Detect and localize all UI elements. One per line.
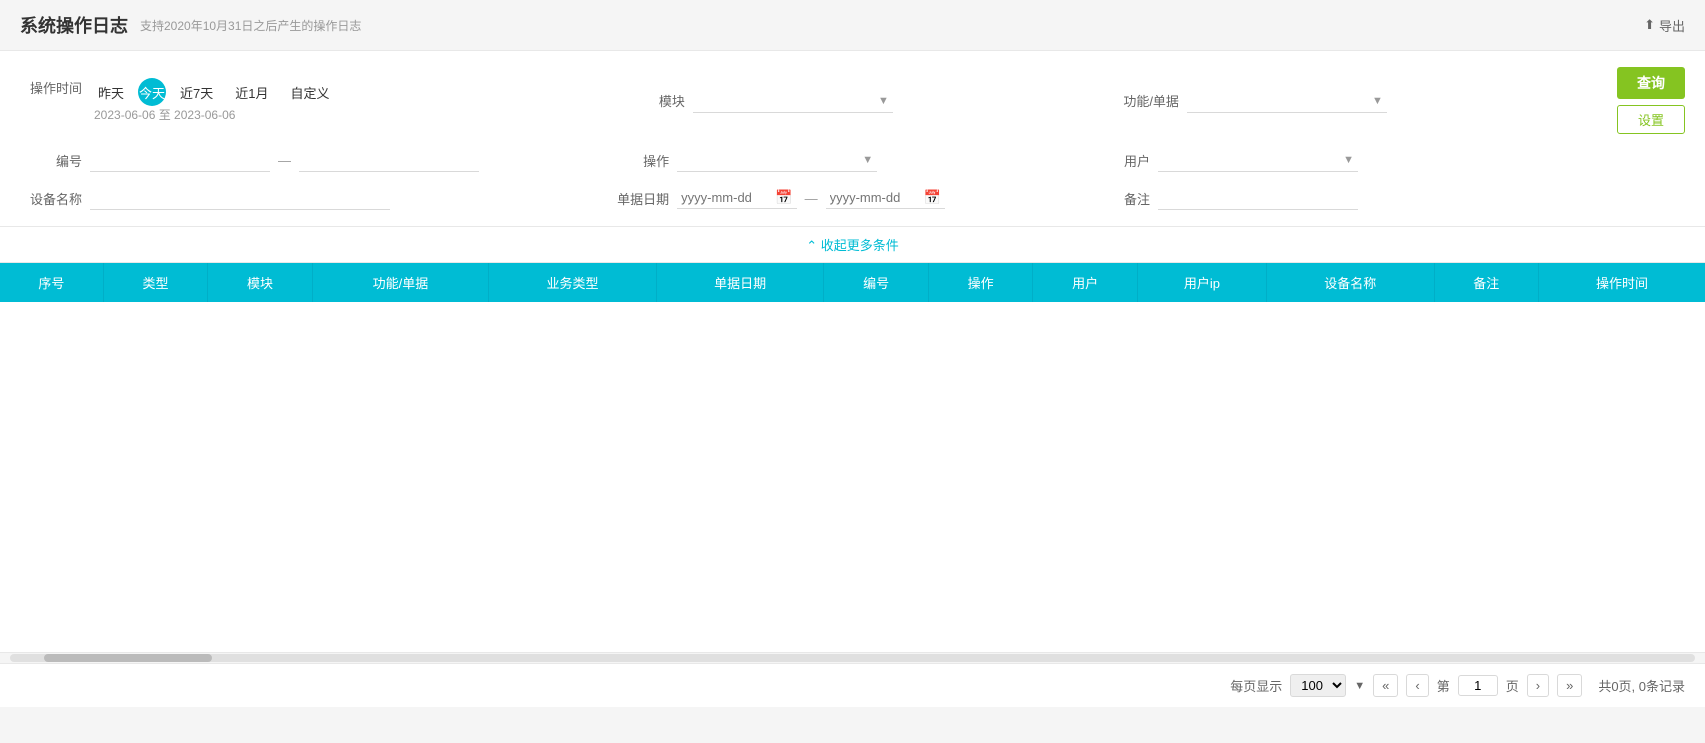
time-btn-today[interactable]: 今天 — [138, 78, 166, 106]
table-header-cell: 操作时间 — [1539, 263, 1705, 302]
action-buttons: 查询 设置 — [1617, 67, 1685, 134]
module-filter: 模块 ▼ — [613, 89, 1107, 113]
date-to-wrapper: 📅 — [826, 187, 945, 209]
empty-area — [0, 302, 1705, 652]
filter-row-3: 设备名称 单据日期 📅 — 📅 备注 — [20, 186, 1685, 210]
time-btn-1month[interactable]: 近1月 — [227, 81, 276, 104]
table-header-cell: 备注 — [1434, 263, 1538, 302]
collapse-bar[interactable]: ⌃ 收起更多条件 — [0, 227, 1705, 263]
serial-label: 编号 — [20, 151, 90, 170]
scrollbar-track — [10, 654, 1695, 662]
function-select-wrapper: ▼ — [1187, 89, 1387, 113]
table-header-cell: 用户 — [1033, 263, 1137, 302]
dropdown-icon: ▼ — [1354, 680, 1365, 692]
table-header-cell: 设备名称 — [1266, 263, 1434, 302]
page-title: 系统操作日志 — [20, 12, 128, 38]
time-btn-yesterday[interactable]: 昨天 — [90, 81, 132, 104]
module-label: 模块 — [613, 91, 693, 110]
time-btn-7days[interactable]: 近7天 — [172, 81, 221, 104]
device-input[interactable] — [90, 186, 390, 210]
scrollbar-area — [0, 652, 1705, 664]
serial-from-input[interactable] — [90, 148, 270, 172]
calendar-to-icon[interactable]: 📅 — [924, 189, 941, 206]
prev-page-button[interactable]: ‹ — [1406, 674, 1428, 697]
docdate-label: 单据日期 — [597, 189, 677, 208]
time-label: 操作时间 — [20, 78, 90, 97]
date-from-input[interactable] — [681, 190, 771, 205]
date-dash: — — [805, 191, 818, 206]
remark-input[interactable] — [1158, 186, 1358, 210]
table-header-cell: 业务类型 — [489, 263, 657, 302]
query-button[interactable]: 查询 — [1617, 67, 1685, 99]
time-btn-custom[interactable]: 自定义 — [282, 81, 337, 104]
page-header: 系统操作日志 支持2020年10月31日之后产生的操作日志 ⬆ 导出 — [0, 0, 1705, 50]
export-icon: ⬆ — [1644, 17, 1655, 33]
module-select[interactable] — [693, 89, 893, 113]
table-header-cell: 编号 — [824, 263, 928, 302]
scrollbar-thumb[interactable] — [44, 654, 213, 662]
table-header-cell: 功能/单据 — [312, 263, 488, 302]
function-select[interactable] — [1187, 89, 1387, 113]
export-button[interactable]: ⬆ 导出 — [1644, 16, 1685, 35]
function-filter: 功能/单据 ▼ — [1107, 89, 1601, 113]
table-header-cell: 类型 — [103, 263, 207, 302]
operation-label: 操作 — [597, 151, 677, 170]
date-range-text: 2023-06-06 至 2023-06-06 — [94, 106, 338, 123]
user-select[interactable] — [1158, 148, 1358, 172]
last-page-button[interactable]: » — [1557, 674, 1582, 697]
table-header-row: 序号类型模块功能/单据业务类型单据日期编号操作用户用户ip设备名称备注操作时间 — [0, 263, 1705, 302]
per-page-select[interactable]: 100 50 200 — [1290, 674, 1346, 697]
table-header-cell: 操作 — [928, 263, 1032, 302]
total-info: 共0页, 0条记录 — [1598, 676, 1685, 695]
module-select-wrapper: ▼ — [693, 89, 893, 113]
page-number-input[interactable] — [1458, 675, 1498, 696]
filter-row-2: 编号 — 操作 ▼ 用户 ▼ — [20, 148, 1685, 172]
date-to-input[interactable] — [830, 190, 920, 205]
serial-dash: — — [278, 153, 291, 168]
table-header-cell: 单据日期 — [656, 263, 824, 302]
first-page-button[interactable]: « — [1373, 674, 1398, 697]
user-label: 用户 — [1078, 151, 1158, 170]
docdate-filter: 单据日期 📅 — 📅 — [597, 187, 1078, 209]
remark-filter: 备注 — [1078, 186, 1559, 210]
data-table: 序号类型模块功能/单据业务类型单据日期编号操作用户用户ip设备名称备注操作时间 — [0, 263, 1705, 302]
table-header-cell: 序号 — [0, 263, 103, 302]
page-label: 第 — [1437, 676, 1450, 695]
operation-select-wrapper: ▼ — [677, 148, 877, 172]
filter-area: 操作时间 昨天 今天 近7天 近1月 自定义 2023-06-06 至 2023… — [0, 50, 1705, 227]
pagination-bar: 每页显示 100 50 200 ▼ « ‹ 第 页 › » 共0页, 0条记录 — [0, 664, 1705, 707]
user-filter: 用户 ▼ — [1078, 148, 1559, 172]
operation-select[interactable] — [677, 148, 877, 172]
serial-to-input[interactable] — [299, 148, 479, 172]
date-from-wrapper: 📅 — [677, 187, 796, 209]
settings-button[interactable]: 设置 — [1617, 105, 1685, 134]
page-subtitle: 支持2020年10月31日之后产生的操作日志 — [140, 17, 361, 34]
table-header-cell: 用户ip — [1137, 263, 1266, 302]
per-page-label: 每页显示 — [1230, 676, 1282, 695]
user-select-wrapper: ▼ — [1158, 148, 1358, 172]
function-label: 功能/单据 — [1107, 91, 1187, 110]
filter-row-1: 操作时间 昨天 今天 近7天 近1月 自定义 2023-06-06 至 2023… — [20, 67, 1685, 134]
table-container: 序号类型模块功能/单据业务类型单据日期编号操作用户用户ip设备名称备注操作时间 — [0, 263, 1705, 652]
remark-label: 备注 — [1078, 189, 1158, 208]
collapse-icon: ⌃ — [806, 238, 817, 253]
calendar-from-icon[interactable]: 📅 — [775, 189, 792, 206]
time-options: 昨天 今天 近7天 近1月 自定义 — [90, 78, 338, 106]
operation-filter: 操作 ▼ — [597, 148, 1078, 172]
next-page-button[interactable]: › — [1527, 674, 1549, 697]
device-label: 设备名称 — [20, 189, 90, 208]
table-header-cell: 模块 — [208, 263, 312, 302]
collapse-label: 收起更多条件 — [821, 238, 899, 253]
page-suffix: 页 — [1506, 676, 1519, 695]
